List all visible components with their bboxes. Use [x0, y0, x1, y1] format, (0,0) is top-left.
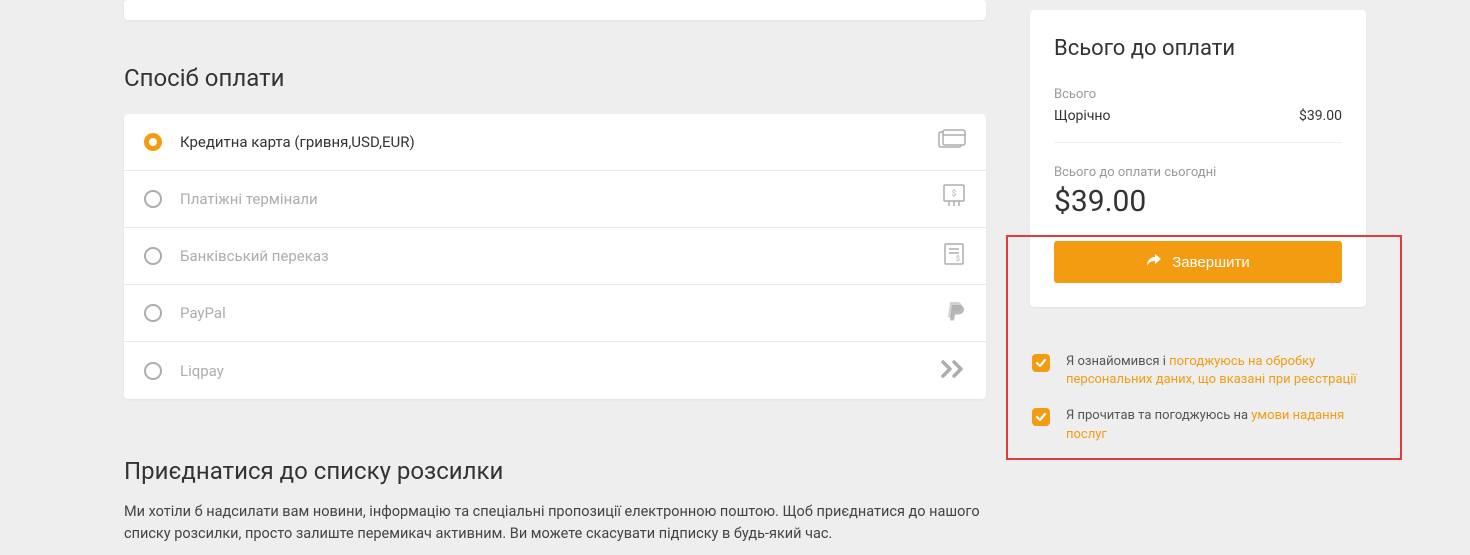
radio-icon — [144, 247, 162, 265]
payment-methods-card: Кредитна карта (гривня,USD,EUR) Платіжні… — [124, 114, 986, 399]
receipt-icon: $ — [942, 242, 966, 270]
payment-option-paypal[interactable]: PayPal — [124, 285, 986, 342]
svg-text:$: $ — [956, 255, 960, 263]
payment-option-label: PayPal — [180, 304, 944, 322]
consent-checkbox[interactable] — [1032, 354, 1050, 372]
order-summary-card: Всього до оплати Всього Щорічно $39.00 В… — [1030, 10, 1366, 307]
payment-option-credit-card[interactable]: Кредитна карта (гривня,USD,EUR) — [124, 114, 986, 171]
payment-option-label: Платіжні термінали — [180, 190, 942, 208]
summary-recurrence-price: $39.00 — [1299, 108, 1342, 124]
svg-text:$: $ — [952, 189, 957, 198]
payment-method-title: Спосіб оплати — [124, 64, 986, 92]
payment-option-bank-transfer[interactable]: Банківський переказ $ — [124, 228, 986, 285]
chevrons-right-icon — [940, 359, 966, 383]
complete-button[interactable]: Завершити — [1054, 241, 1342, 283]
share-arrow-icon — [1146, 253, 1162, 271]
credit-card-icon — [938, 129, 966, 155]
summary-recurrence-label: Щорічно — [1054, 108, 1111, 124]
payment-option-liqpay[interactable]: Liqpay — [124, 342, 986, 399]
previous-section-card — [124, 0, 986, 20]
summary-title: Всього до оплати — [1054, 36, 1342, 61]
radio-icon — [144, 190, 162, 208]
consent-text: Я ознайомився і погоджуюсь на обробку пе… — [1066, 353, 1364, 389]
due-today-amount: $39.00 — [1054, 184, 1342, 219]
payment-option-terminal[interactable]: Платіжні термінали $ — [124, 171, 986, 228]
mailing-list-description: Ми хотіли б надсилати вам новини, інформ… — [124, 501, 986, 546]
mailing-list-title: Приєднатися до списку розсилки — [124, 457, 986, 485]
summary-total-label: Всього — [1054, 87, 1342, 102]
due-today-label: Всього до оплати сьогодні — [1054, 165, 1342, 180]
paypal-icon — [944, 299, 966, 327]
radio-icon — [144, 304, 162, 322]
payment-option-label: Банківський переказ — [180, 247, 942, 265]
payment-option-label: Liqpay — [180, 362, 940, 380]
terminal-icon: $ — [942, 184, 966, 214]
payment-option-label: Кредитна карта (гривня,USD,EUR) — [180, 133, 938, 151]
agreements-block: Я ознайомився і погоджуюсь на обробку пе… — [1030, 353, 1366, 444]
radio-icon — [144, 362, 162, 380]
radio-selected-icon — [144, 133, 162, 151]
complete-button-label: Завершити — [1172, 254, 1250, 271]
terms-checkbox[interactable] — [1032, 408, 1050, 426]
terms-text: Я прочитав та погоджуюсь на умови наданн… — [1066, 407, 1364, 443]
